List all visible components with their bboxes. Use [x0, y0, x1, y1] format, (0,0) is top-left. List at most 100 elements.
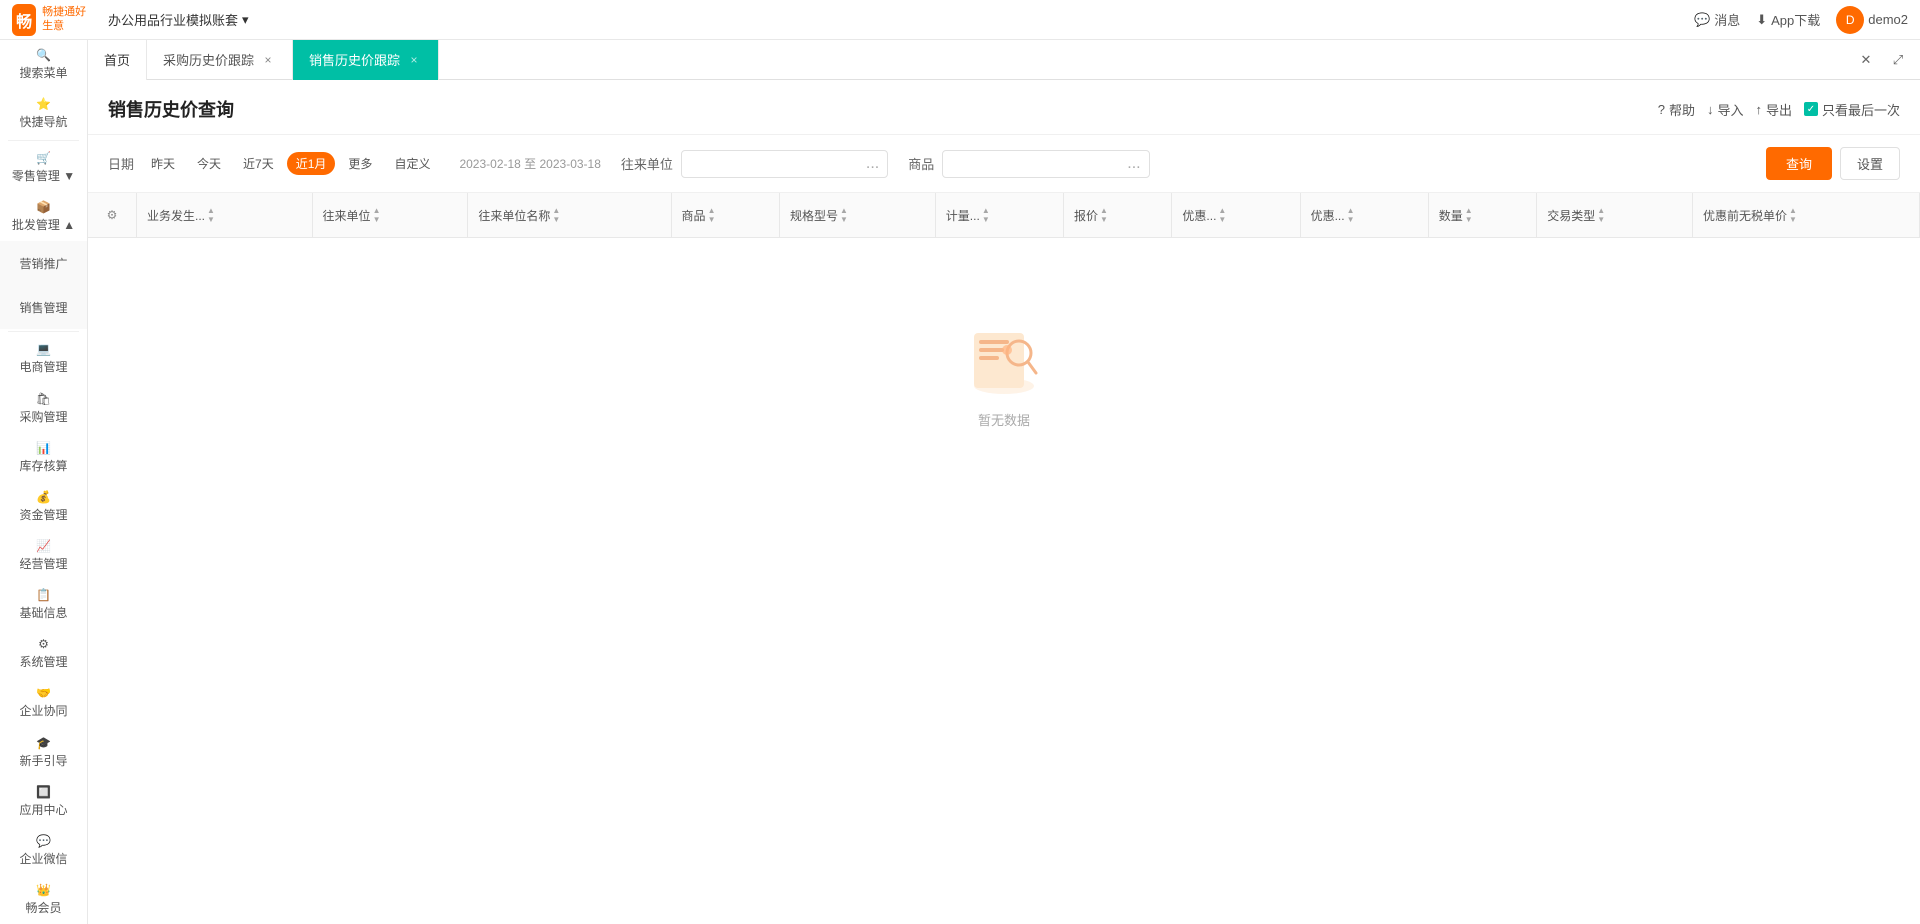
sidebar-item-finance[interactable]: 💰 资金管理 [0, 482, 87, 531]
sidebar-wholesale-text: 批发管理 ▲ [12, 216, 75, 233]
only-last-checkbox[interactable]: ✓ [1804, 102, 1818, 116]
sidebar-item-operations[interactable]: 📈 经营管理 [0, 531, 87, 580]
filter-bar: 日期 昨天 今天 近7天 近1月 更多 自定义 2023-02-18 至 202… [88, 135, 1920, 193]
maximize-icon: ⤢ [1893, 52, 1903, 68]
date-btn-today[interactable]: 今天 [188, 152, 230, 175]
sidebar-item-wholesale[interactable]: 📦 批发管理 ▲ [0, 192, 87, 241]
sidebar-divider-1 [8, 140, 79, 141]
col-unit-name-label: 往来单位名称 [478, 207, 550, 224]
sidebar-item-purchase[interactable]: 🛍 采购管理 [0, 383, 87, 432]
col-unit-name: 往来单位名称 ▲▼ [468, 193, 671, 238]
sidebar-item-system[interactable]: ⚙ 系统管理 [0, 629, 87, 678]
sort-discount1-icon[interactable]: ▲▼ [1218, 206, 1226, 224]
sort-pretax-price-icon[interactable]: ▲▼ [1789, 206, 1797, 224]
sort-unit-icon[interactable]: ▲▼ [982, 206, 990, 224]
sidebar-shortcut-text: 快捷导航 [19, 113, 67, 130]
sidebar-item-search[interactable]: 🔍 搜索菜单 [0, 40, 87, 89]
sidebar-item-newbie[interactable]: 🎓 新手引导 [0, 727, 87, 776]
col-quantity: 数量 ▲▼ [1428, 193, 1536, 238]
empty-icon [954, 318, 1054, 398]
settings-button[interactable]: 设置 [1840, 147, 1900, 180]
user-profile-button[interactable]: D demo2 [1836, 6, 1908, 34]
table-gear-button[interactable]: ⚙ [98, 201, 126, 229]
sidebar-inventory-text: 库存核算 [19, 457, 67, 474]
empty-text: 暂无数据 [978, 410, 1030, 429]
col-spec-label: 规格型号 [790, 207, 838, 224]
date-btn-custom[interactable]: 自定义 [385, 152, 439, 175]
sidebar-item-apps[interactable]: 🔲 应用中心 [0, 777, 87, 826]
app-download-button[interactable]: ⬇ App下载 [1756, 10, 1820, 29]
tab-home[interactable]: 首页 [88, 40, 147, 80]
content-area: 首页 采购历史价跟踪 × 销售历史价跟踪 × ✕ ⤢ [88, 40, 1920, 924]
sidebar-finance-text: 资金管理 [19, 506, 67, 523]
col-quantity-label: 数量 [1439, 207, 1463, 224]
top-bar: 畅 畅捷通好生意 办公用品行业模拟账套 ▾ 💬 消息 ⬇ App下载 D dem… [0, 0, 1920, 40]
only-last-label: 只看最后一次 [1822, 100, 1900, 119]
sidebar-item-basic[interactable]: 📋 基础信息 [0, 580, 87, 629]
product-dots-icon[interactable]: ... [1127, 155, 1140, 173]
sidebar-item-inventory[interactable]: 📊 库存核算 [0, 433, 87, 482]
date-btn-1month[interactable]: 近1月 [287, 152, 336, 175]
sort-trade-type-icon[interactable]: ▲▼ [1597, 206, 1605, 224]
sort-quantity-icon[interactable]: ▲▼ [1465, 206, 1473, 224]
date-btn-more[interactable]: 更多 [339, 152, 381, 175]
sidebar-item-sales[interactable]: 销售管理 [0, 285, 87, 329]
counterpart-input[interactable] [690, 156, 866, 171]
sidebar-newbie-text: 新手引导 [19, 752, 67, 769]
sidebar-item-ecommerce[interactable]: 💻 电商管理 [0, 334, 87, 383]
query-button[interactable]: 查询 [1766, 147, 1832, 180]
sort-biz-date-icon[interactable]: ▲▼ [207, 206, 215, 224]
page-header-actions: ? 帮助 ↓ 导入 ↑ 导出 ✓ 只看最后一次 [1658, 100, 1900, 119]
sort-unit-name-icon[interactable]: ▲▼ [552, 206, 560, 224]
import-button[interactable]: ↓ 导入 [1707, 100, 1744, 119]
empty-state: 暂无数据 [88, 238, 1920, 509]
sidebar-item-enterprise[interactable]: 🤝 企业协同 [0, 678, 87, 727]
tab-purchase-history[interactable]: 采购历史价跟踪 × [147, 40, 293, 80]
counterpart-dots-icon[interactable]: ... [866, 155, 879, 173]
tab-sales-close-icon[interactable]: × [406, 52, 422, 68]
sidebar-item-member[interactable]: 👑 畅会员 [0, 875, 87, 924]
table-container: ⚙ 业务发生... ▲▼ 往来 [88, 193, 1920, 238]
sort-unit-code-icon[interactable]: ▲▼ [373, 206, 381, 224]
export-label: 导出 [1766, 100, 1792, 119]
counterpart-filter-group: 往来单位 ... [621, 150, 888, 178]
sidebar-item-shortcut[interactable]: ⭐ 快捷导航 [0, 89, 87, 138]
sort-discount2-icon[interactable]: ▲▼ [1347, 206, 1355, 224]
sort-quote-icon[interactable]: ▲▼ [1100, 206, 1108, 224]
marketing-label: 营销推广 [19, 255, 67, 272]
tab-home-label: 首页 [104, 50, 130, 69]
app-name-label: 办公用品行业模拟账套 [108, 10, 238, 29]
product-input-wrapper[interactable]: ... [942, 150, 1149, 178]
app-selector[interactable]: 办公用品行业模拟账套 ▾ [100, 6, 257, 33]
sidebar-item-wechat[interactable]: 💬 企业微信 [0, 826, 87, 875]
shortcut-icon: ⭐ [36, 97, 51, 111]
member-icon: 👑 [36, 883, 51, 897]
help-button[interactable]: ? 帮助 [1658, 100, 1695, 119]
tab-maximize-button[interactable]: ⤢ [1884, 46, 1912, 74]
operations-icon: 📈 [36, 539, 51, 553]
col-unit-code-label: 往来单位 [323, 207, 371, 224]
page-header: 销售历史价查询 ? 帮助 ↓ 导入 ↑ 导出 [88, 80, 1920, 135]
date-btn-yesterday[interactable]: 昨天 [142, 152, 184, 175]
logo-area: 畅 畅捷通好生意 [12, 4, 92, 36]
counterpart-input-wrapper[interactable]: ... [681, 150, 888, 178]
sidebar-basic-text: 基础信息 [19, 604, 67, 621]
only-last-checkbox-label[interactable]: ✓ 只看最后一次 [1804, 100, 1900, 119]
product-input[interactable] [951, 156, 1127, 171]
sort-spec-icon[interactable]: ▲▼ [840, 206, 848, 224]
col-quote: 报价 ▲▼ [1063, 193, 1171, 238]
date-btn-7days[interactable]: 近7天 [234, 152, 283, 175]
tab-sales-history[interactable]: 销售历史价跟踪 × [293, 40, 439, 80]
tab-purchase-close-icon[interactable]: × [260, 52, 276, 68]
tab-purchase-label: 采购历史价跟踪 [163, 50, 254, 69]
col-discount1: 优惠... ▲▼ [1172, 193, 1300, 238]
sidebar-member-text: 畅会员 [25, 899, 61, 916]
sidebar-item-retail[interactable]: 🛒 零售管理 ▼ [0, 143, 87, 192]
sort-product-icon[interactable]: ▲▼ [708, 206, 716, 224]
tab-close-all-button[interactable]: ✕ [1852, 46, 1880, 74]
sidebar-item-marketing[interactable]: 营销推广 [0, 241, 87, 285]
message-button[interactable]: 💬 消息 [1694, 10, 1740, 29]
logo-text: 畅捷通好生意 [42, 6, 92, 32]
export-button[interactable]: ↑ 导出 [1755, 100, 1792, 119]
data-table: ⚙ 业务发生... ▲▼ 往来 [88, 193, 1920, 238]
